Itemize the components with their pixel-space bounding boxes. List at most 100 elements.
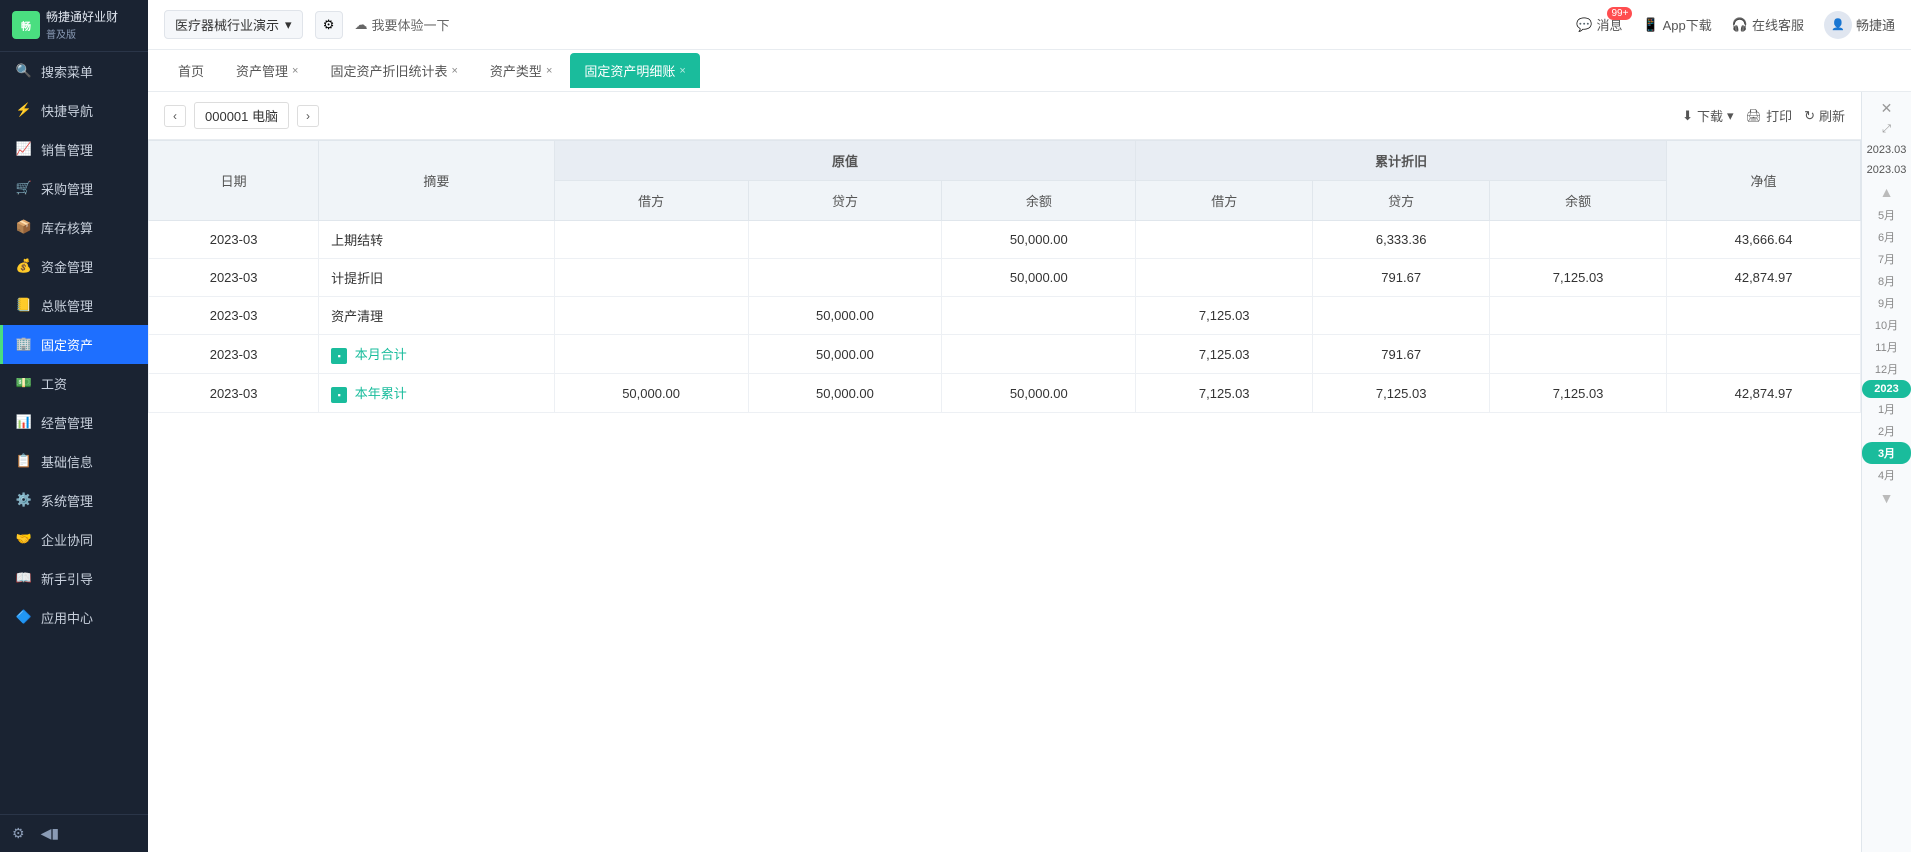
timeline-month-8[interactable]: 8月: [1862, 270, 1911, 292]
inventory-icon: 📦: [15, 219, 33, 235]
sidebar-close-icon[interactable]: ✕: [1881, 100, 1893, 117]
tab-asset-type-close[interactable]: ×: [546, 65, 552, 77]
tab-depreciation-stats[interactable]: 固定资产折旧统计表 ×: [316, 53, 471, 88]
tab-asset-type-label: 资产类型: [490, 61, 542, 80]
col-ov-credit: 贷方: [748, 181, 942, 221]
timeline-up-arrow[interactable]: ▲: [1880, 184, 1894, 200]
download-icon: ⬇: [1682, 108, 1693, 124]
sidebar-item-general-label: 总账管理: [41, 296, 93, 315]
right-sidebar-header: ✕ ⤢: [1881, 100, 1893, 136]
sidebar-item-guide-label: 新手引导: [41, 569, 93, 588]
sidebar-item-system[interactable]: ⚙️ 系统管理: [0, 481, 148, 520]
timeline-month-9[interactable]: 9月: [1862, 292, 1911, 314]
sidebar-item-system-label: 系统管理: [41, 491, 93, 510]
cell-ov-credit: [748, 259, 942, 297]
sidebar-item-fixed-assets[interactable]: 🏢 固定资产: [0, 325, 148, 364]
sidebar-footer: ⚙ ◀▮: [0, 814, 148, 852]
sidebar-item-finance-label: 资金管理: [41, 257, 93, 276]
timeline-down-arrow[interactable]: ▼: [1880, 490, 1894, 506]
print-button[interactable]: 🖨 打印: [1746, 106, 1793, 125]
monthly-total-label: 本月合计: [355, 347, 407, 362]
timeline-month-6[interactable]: 6月: [1862, 226, 1911, 248]
timeline-month-1[interactable]: 1月: [1862, 398, 1911, 420]
main-content: 医疗器械行业演示 ▾ ⚙ ☁ 我要体验一下 💬 消息 99+ 📱 App下载 🎧…: [148, 0, 1911, 852]
company-selector[interactable]: 医疗器械行业演示 ▾: [164, 10, 303, 39]
cell-summary: 上期结转: [319, 221, 555, 259]
col-accum-depr: 累计折旧: [1136, 141, 1667, 181]
sidebar-item-quick-nav-label: 快捷导航: [41, 101, 93, 120]
sidebar-item-search[interactable]: 🔍 搜索菜单: [0, 52, 148, 91]
table-row: 2023-03 ▪ 本月合计 50,000.00 7,125.03 791.67: [149, 335, 1861, 374]
refresh-button[interactable]: ↻ 刷新: [1804, 106, 1845, 125]
timeline-month-4[interactable]: 4月: [1862, 464, 1911, 486]
sidebar-item-purchase[interactable]: 🛒 采购管理: [0, 169, 148, 208]
timeline-month-7[interactable]: 7月: [1862, 248, 1911, 270]
sidebar-item-finance[interactable]: 💰 资金管理: [0, 247, 148, 286]
timeline-month-2[interactable]: 2月: [1862, 420, 1911, 442]
tab-asset-mgmt[interactable]: 资产管理 ×: [222, 53, 312, 88]
timeline-month-11[interactable]: 11月: [1862, 336, 1911, 358]
cell-ad-debit: [1136, 259, 1313, 297]
cell-ad-debit: 7,125.03: [1136, 297, 1313, 335]
online-service-label: 在线客服: [1752, 15, 1804, 34]
cell-ad-balance: [1490, 221, 1667, 259]
download-button[interactable]: ⬇ 下载 ▾: [1682, 106, 1733, 125]
topbar: 医疗器械行业演示 ▾ ⚙ ☁ 我要体验一下 💬 消息 99+ 📱 App下载 🎧…: [148, 0, 1911, 50]
tab-home[interactable]: 首页: [164, 53, 218, 88]
sidebar-item-operations[interactable]: 📊 经营管理: [0, 403, 148, 442]
app-center-icon: 🔷: [15, 609, 33, 625]
sidebar-item-quick-nav[interactable]: ⚡ 快捷导航: [0, 91, 148, 130]
sidebar-nav: 🔍 搜索菜单 ⚡ 快捷导航 📈 销售管理 🛒 采购管理 📦 库存核算 💰 资金管…: [0, 52, 148, 814]
ledger-table: 日期 摘要 原值 累计折旧 净值 借方 贷方 余额 借方 贷方 余额: [148, 140, 1861, 413]
tab-asset-type[interactable]: 资产类型 ×: [476, 53, 566, 88]
right-sidebar: ✕ ⤢ 2023.03 2023.03 ▲ 5月 6月 7月 8月 9月 10月…: [1861, 92, 1911, 852]
sidebar-item-guide[interactable]: 📖 新手引导: [0, 559, 148, 598]
yearly-total-label: 本年累计: [355, 386, 407, 401]
message-badge: 99+: [1607, 7, 1632, 20]
cell-date: 2023-03: [149, 259, 319, 297]
settings-icon[interactable]: ⚙: [12, 825, 25, 842]
cell-ad-balance: 7,125.03: [1490, 259, 1667, 297]
enterprise-icon: 🤝: [15, 531, 33, 547]
cell-ov-balance: [942, 335, 1136, 374]
experience-button[interactable]: ☁ 我要体验一下: [355, 15, 450, 34]
tab-asset-mgmt-close[interactable]: ×: [292, 65, 298, 77]
sidebar-item-basic-info[interactable]: 📋 基础信息: [0, 442, 148, 481]
timeline-year-2023: 2023: [1862, 380, 1911, 398]
table-row: 2023-03 计提折旧 50,000.00 791.67 7,125.03 4…: [149, 259, 1861, 297]
sidebar: 畅 畅捷通好业财 普及版 🔍 搜索菜单 ⚡ 快捷导航 📈 销售管理 🛒 采购管理…: [0, 0, 148, 852]
collapse-icon[interactable]: ◀▮: [41, 825, 59, 842]
sidebar-expand-icon[interactable]: ⤢: [1882, 123, 1891, 136]
sidebar-item-app-center[interactable]: 🔷 应用中心: [0, 598, 148, 637]
app-download-button[interactable]: 📱 App下载: [1642, 15, 1711, 34]
tab-asset-detail-label: 固定资产明细账: [584, 61, 675, 80]
prev-asset-button[interactable]: ‹: [164, 105, 186, 127]
cell-ov-debit: [554, 221, 748, 259]
sidebar-item-fixed-assets-label: 固定资产: [41, 335, 93, 354]
download-chevron: ▾: [1727, 108, 1734, 124]
col-net-value: 净值: [1667, 141, 1861, 221]
sidebar-item-general[interactable]: 📒 总账管理: [0, 286, 148, 325]
tab-asset-detail-close[interactable]: ×: [679, 65, 685, 77]
messages-button[interactable]: 💬 消息 99+: [1576, 15, 1622, 34]
user-menu[interactable]: 👤 畅捷通: [1824, 11, 1895, 39]
tab-asset-detail[interactable]: 固定资产明细账 ×: [570, 53, 699, 88]
sidebar-item-wages[interactable]: 💵 工资: [0, 364, 148, 403]
sidebar-item-sales[interactable]: 📈 销售管理: [0, 130, 148, 169]
cell-ov-debit: [554, 335, 748, 374]
sidebar-item-enterprise[interactable]: 🤝 企业协同: [0, 520, 148, 559]
timeline-month-10[interactable]: 10月: [1862, 314, 1911, 336]
settings-button[interactable]: ⚙: [315, 11, 343, 39]
cell-ad-balance: 7,125.03: [1490, 374, 1667, 413]
next-asset-button[interactable]: ›: [297, 105, 319, 127]
sidebar-item-inventory[interactable]: 📦 库存核算: [0, 208, 148, 247]
guide-icon: 📖: [15, 570, 33, 586]
tab-depreciation-stats-close[interactable]: ×: [451, 65, 457, 77]
company-name: 医疗器械行业演示: [175, 15, 279, 34]
online-service-button[interactable]: 🎧 在线客服: [1732, 15, 1804, 34]
cell-ad-credit: 791.67: [1313, 335, 1490, 374]
timeline-month-12[interactable]: 12月: [1862, 358, 1911, 380]
cell-ad-credit: [1313, 297, 1490, 335]
timeline-month-5[interactable]: 5月: [1862, 204, 1911, 226]
timeline-month-3[interactable]: 3月: [1862, 442, 1911, 464]
